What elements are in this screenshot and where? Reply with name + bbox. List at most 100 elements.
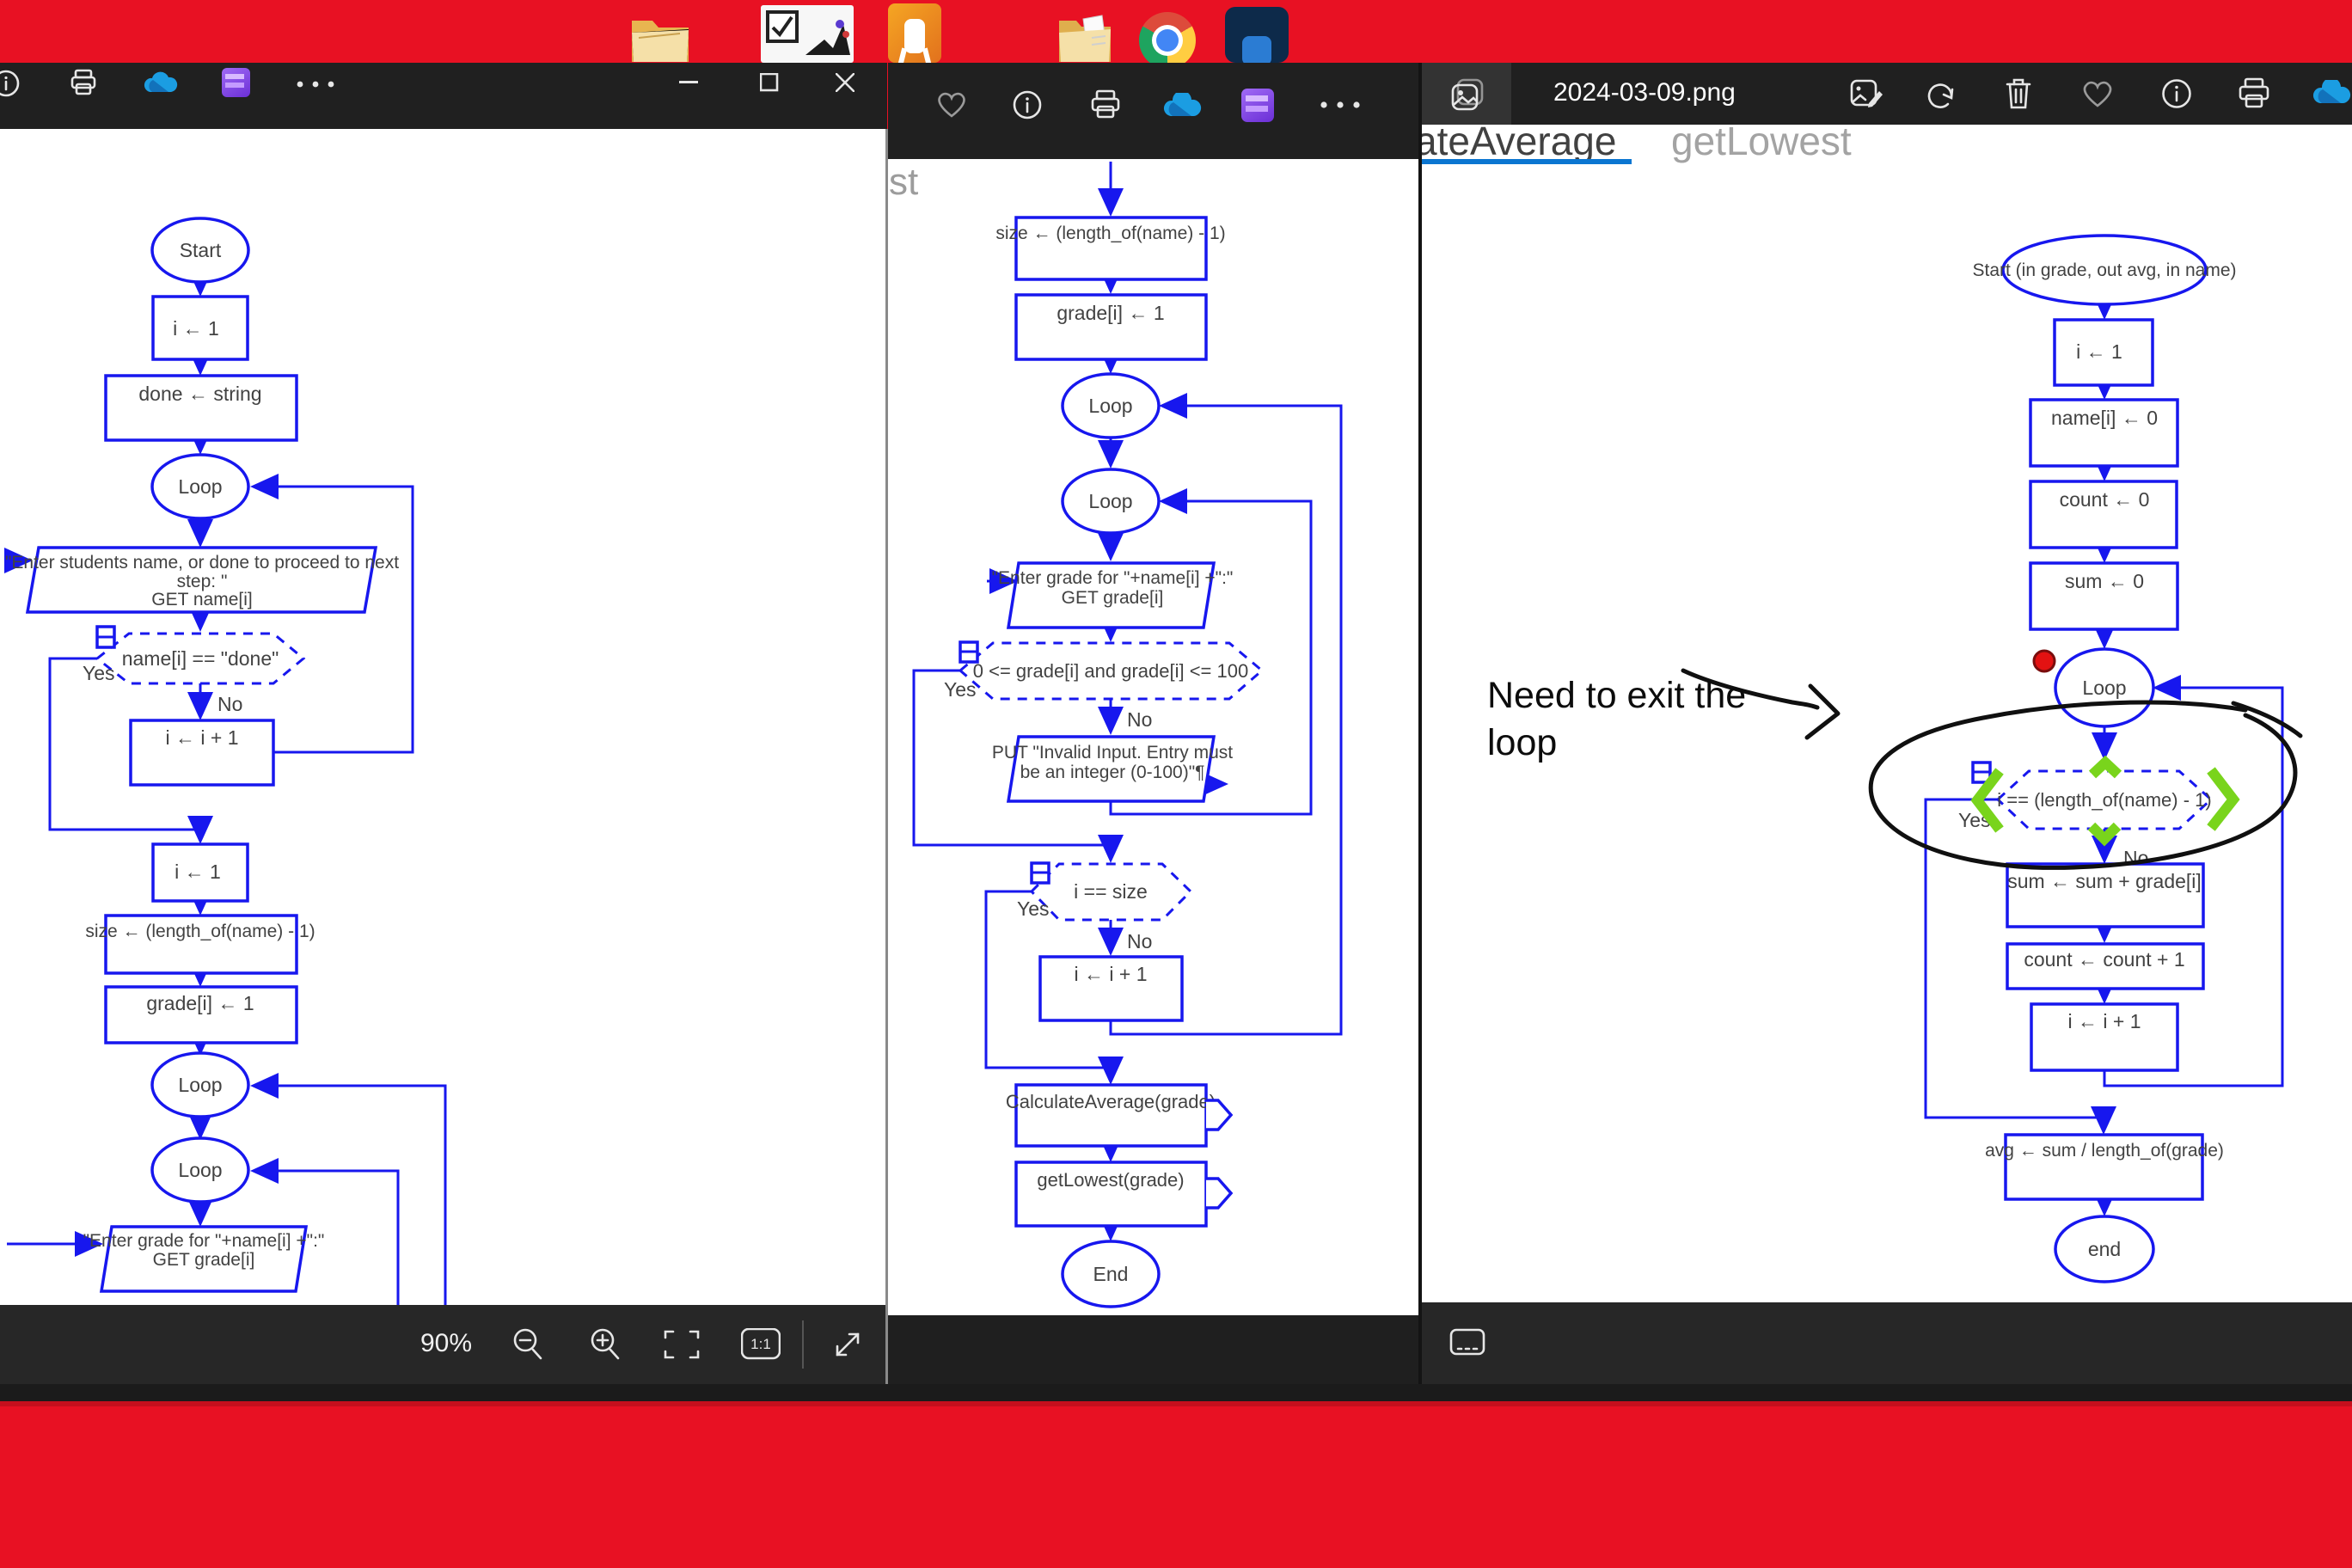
- flow-node-calc-avg: avg ← sum / length_of(grade): [1985, 1135, 2224, 1199]
- svg-text:i ← i + 1: i ← i + 1: [1074, 963, 1147, 985]
- right-bottom-toolbar: [1422, 1302, 2352, 1384]
- more-icon[interactable]: [1319, 101, 1363, 109]
- info-icon[interactable]: [2160, 77, 2193, 110]
- svg-text:Loop: Loop: [1088, 395, 1132, 417]
- flow-node-loop: Loop: [2055, 649, 2153, 726]
- svg-text:Loop: Loop: [178, 1074, 222, 1096]
- filmstrip-icon[interactable]: [1449, 1326, 1485, 1357]
- flow-node-put-invalid: PUT "Invalid Input. Entry must be an int…: [992, 737, 1233, 801]
- desktop-bottom: [0, 1401, 2352, 1568]
- onedrive-icon[interactable]: [2311, 80, 2352, 107]
- svg-text:GET name[i]: GET name[i]: [151, 590, 253, 609]
- zoom-level: 90%: [420, 1329, 472, 1358]
- onedrive-icon[interactable]: [1161, 93, 1203, 120]
- svg-text:size ← (length_of(name) - 1): size ← (length_of(name) - 1): [85, 922, 315, 941]
- flow-node-assign-done: done ← string: [106, 376, 297, 440]
- actual-size-icon[interactable]: 1:1: [741, 1328, 781, 1361]
- print-icon[interactable]: [2237, 77, 2271, 111]
- flow-node-inc-i: i ← i + 1: [2031, 1004, 2177, 1070]
- svg-text:sum ← 0: sum ← 0: [2065, 570, 2144, 592]
- photos-window-left: Start i ← 1 done ← string Loop "Enter st…: [0, 63, 887, 1385]
- flow-node-loop3: Loop: [152, 1138, 248, 1202]
- image-check-icon[interactable]: [761, 5, 854, 63]
- orange-app-icon[interactable]: [888, 3, 941, 63]
- right-image-canvas[interactable]: ateAverage getLowest: [1422, 125, 2352, 1302]
- photos-window-middle: st size ←: [888, 63, 1418, 1393]
- svg-text:size ← (length_of(name) - 1): size ← (length_of(name) - 1): [995, 224, 1225, 243]
- svg-text:done ← string: done ← string: [138, 383, 261, 405]
- flow-node-loop2: Loop: [152, 1053, 248, 1117]
- window-title: 2024-03-09.png: [1553, 78, 1736, 107]
- svg-text:Yes: Yes: [944, 678, 977, 701]
- maximize-button[interactable]: [760, 73, 779, 92]
- red-dot-marker: [2034, 651, 2055, 671]
- annotation-text: Need to exit the loop: [1487, 672, 1746, 767]
- info-icon[interactable]: [0, 69, 21, 98]
- handwritten-circle: [1871, 702, 2300, 867]
- svg-text:sum ← sum + grade[i]: sum ← sum + grade[i]: [2007, 870, 2202, 892]
- clipchamp-icon[interactable]: [1241, 89, 1274, 122]
- svg-text:Loop: Loop: [178, 1159, 222, 1181]
- minimize-button[interactable]: [679, 81, 700, 84]
- svg-text:i == size: i == size: [1074, 880, 1148, 903]
- desktop: Start i ← 1 done ← string Loop "Enter st…: [0, 0, 2352, 1568]
- navy-app-icon[interactable]: [1225, 7, 1289, 63]
- gallery-button[interactable]: [1422, 63, 1511, 125]
- svg-text:i ← 1: i ← 1: [173, 317, 219, 340]
- fit-screen-icon[interactable]: [664, 1329, 700, 1360]
- svg-text:0 <= grade[i] and grade[i] <=: 0 <= grade[i] and grade[i] <= 100: [973, 660, 1248, 682]
- svg-text:"Enter students name, or done: "Enter students name, or done to proceed…: [5, 553, 399, 573]
- svg-text:"Enter grade for "+name[i] +":: "Enter grade for "+name[i] +":": [83, 1231, 325, 1251]
- flow-node-end: End: [1063, 1241, 1159, 1307]
- svg-text:Loop: Loop: [1088, 490, 1132, 512]
- edit-image-icon[interactable]: [1850, 77, 1884, 110]
- window-bottom-shadow: [0, 1384, 2352, 1401]
- left-image-canvas[interactable]: Start i ← 1 done ← string Loop "Enter st…: [0, 129, 887, 1305]
- svg-text:No: No: [1127, 708, 1152, 731]
- svg-text:GET grade[i]: GET grade[i]: [153, 1250, 255, 1270]
- chrome-icon[interactable]: [1139, 12, 1196, 63]
- close-button[interactable]: [836, 73, 854, 92]
- svg-text:No: No: [217, 693, 242, 715]
- flow-node-prompt-grade: "Enter grade for "+name[i] +":" GET grad…: [83, 1227, 325, 1291]
- zoom-in-icon[interactable]: [588, 1327, 622, 1362]
- left-bottom-toolbar: 90% 1:1: [0, 1305, 887, 1385]
- flow-node-call-average: CalculateAverage(grade): [1006, 1085, 1231, 1146]
- folder-icon[interactable]: [1057, 12, 1114, 63]
- delete-icon[interactable]: [2004, 77, 2033, 111]
- print-icon[interactable]: [1089, 89, 1122, 121]
- flow-node-assign-sum: sum ← 0: [2030, 563, 2177, 629]
- middle-titlebar: [888, 63, 1418, 159]
- print-icon[interactable]: [69, 68, 98, 97]
- clipchamp-icon[interactable]: [222, 68, 250, 97]
- folder-icon[interactable]: [630, 10, 690, 63]
- onedrive-icon[interactable]: [142, 71, 178, 95]
- svg-text:name[i] == "done": name[i] == "done": [122, 647, 279, 670]
- tab-get-lowest: getLowest: [1671, 125, 1852, 164]
- rotate-icon[interactable]: [1924, 77, 1958, 112]
- svg-text:i ← i + 1: i ← i + 1: [165, 726, 238, 749]
- svg-text:count ← 0: count ← 0: [2060, 488, 2150, 511]
- zoom-out-icon[interactable]: [511, 1327, 545, 1362]
- flowchart-middle: size ← (length_of(name) - 1) grade[i] ← …: [888, 159, 1418, 1315]
- favorite-icon[interactable]: [935, 90, 968, 119]
- middle-image-canvas[interactable]: st size ←: [888, 159, 1418, 1315]
- flowchart-left: Start i ← 1 done ← string Loop "Enter st…: [0, 129, 887, 1305]
- info-icon[interactable]: [1012, 89, 1043, 120]
- flow-node-loop1: Loop: [1063, 374, 1159, 438]
- favorite-icon[interactable]: [2080, 78, 2115, 109]
- flow-node-prompt-grade: "Enter grade for "+name[i] +":" GET grad…: [992, 563, 1234, 628]
- svg-text:i == (length_of(name) - 1): i == (length_of(name) - 1): [1997, 789, 2211, 811]
- flow-node-assign-grade: grade[i] ← 1: [106, 987, 297, 1043]
- more-icon[interactable]: [295, 80, 338, 89]
- svg-text:getLowest(grade): getLowest(grade): [1037, 1169, 1184, 1191]
- annotation-line1: Need to exit the: [1487, 672, 1746, 720]
- svg-text:"Enter grade for "+name[i] +":: "Enter grade for "+name[i] +":": [992, 568, 1234, 588]
- flow-node-inc-i: i ← i + 1: [1040, 957, 1182, 1020]
- svg-text:Loop: Loop: [2082, 677, 2126, 699]
- flow-node-add-sum: sum ← sum + grade[i]: [2007, 864, 2203, 927]
- svg-text:No: No: [1127, 930, 1152, 952]
- flow-decision-grade-range: 0 <= grade[i] and grade[i] <= 100 Yes No: [944, 642, 1262, 731]
- fullscreen-icon[interactable]: [830, 1327, 865, 1362]
- flow-node-assign-i: i ← 1: [153, 297, 248, 359]
